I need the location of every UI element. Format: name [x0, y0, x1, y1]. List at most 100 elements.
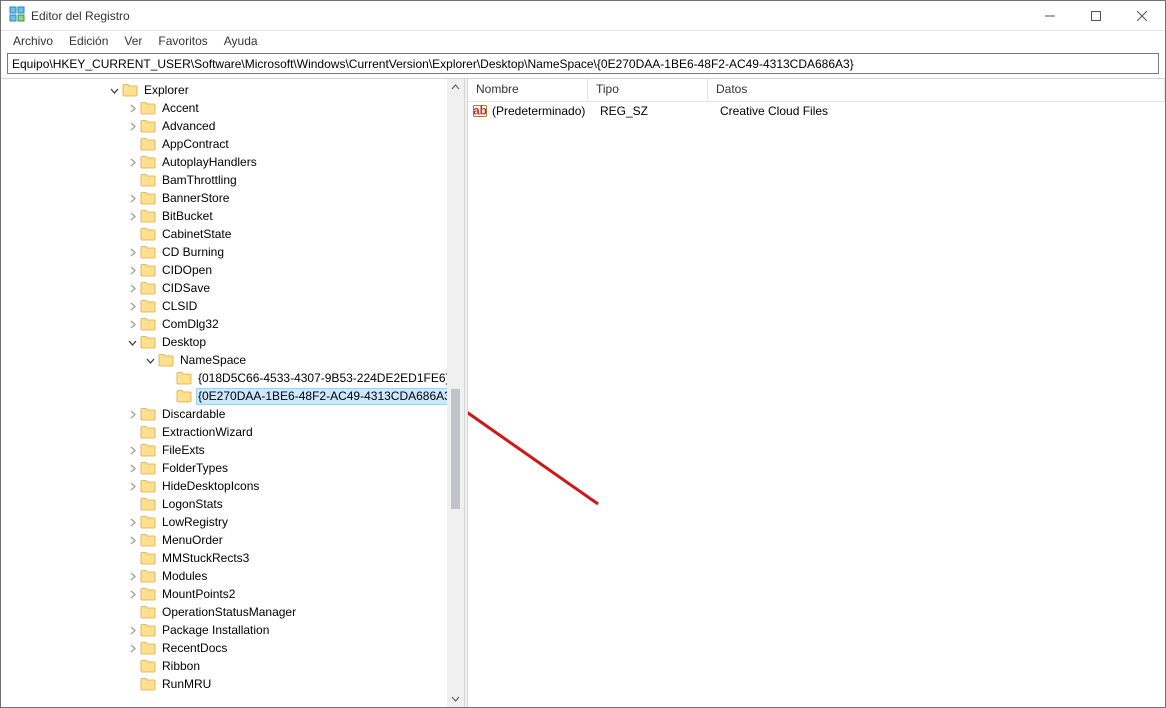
- tree-item[interactable]: AutoplayHandlers: [1, 153, 454, 171]
- chevron-down-icon[interactable]: [125, 335, 139, 349]
- chevron-right-icon[interactable]: [125, 533, 139, 547]
- value-type: REG_SZ: [592, 104, 712, 118]
- close-button[interactable]: [1119, 1, 1165, 31]
- tree-item[interactable]: CLSID: [1, 297, 454, 315]
- chevron-right-icon[interactable]: [125, 155, 139, 169]
- chevron-right-icon[interactable]: [125, 191, 139, 205]
- tree-label: RunMRU: [160, 676, 213, 693]
- minimize-button[interactable]: [1027, 1, 1073, 31]
- column-data[interactable]: Datos: [708, 79, 1165, 101]
- registry-tree[interactable]: ExplorerAccentAdvancedAppContractAutopla…: [1, 79, 454, 695]
- column-type[interactable]: Tipo: [588, 79, 708, 101]
- tree-item[interactable]: {0E270DAA-1BE6-48F2-AC49-4313CDA686A3}: [1, 387, 454, 405]
- tree-item[interactable]: OperationStatusManager: [1, 603, 454, 621]
- chevron-right-icon[interactable]: [125, 479, 139, 493]
- tree-label: CIDOpen: [160, 262, 214, 279]
- menu-item-ver[interactable]: Ver: [116, 32, 150, 50]
- maximize-button[interactable]: [1073, 1, 1119, 31]
- tree-item[interactable]: CD Burning: [1, 243, 454, 261]
- tree-item[interactable]: Desktop: [1, 333, 454, 351]
- tree-item[interactable]: ComDlg32: [1, 315, 454, 333]
- tree-item[interactable]: Accent: [1, 99, 454, 117]
- value-row[interactable]: ab(Predeterminado)REG_SZCreative Cloud F…: [468, 102, 1165, 120]
- tree-item[interactable]: CIDSave: [1, 279, 454, 297]
- tree-item[interactable]: BamThrottling: [1, 171, 454, 189]
- scroll-up-icon[interactable]: [447, 79, 464, 96]
- tree-item[interactable]: AppContract: [1, 135, 454, 153]
- chevron-down-icon[interactable]: [107, 83, 121, 97]
- tree-label: RecentDocs: [160, 640, 229, 657]
- tree-pane: ExplorerAccentAdvancedAppContractAutopla…: [1, 79, 464, 707]
- tree-label: {0E270DAA-1BE6-48F2-AC49-4313CDA686A3}: [196, 388, 454, 405]
- scroll-down-icon[interactable]: [447, 690, 464, 707]
- scroll-thumb[interactable]: [451, 389, 460, 509]
- tree-item[interactable]: FileExts: [1, 441, 454, 459]
- chevron-right-icon[interactable]: [125, 209, 139, 223]
- tree-item[interactable]: RecentDocs: [1, 639, 454, 657]
- tree-item[interactable]: LowRegistry: [1, 513, 454, 531]
- tree-item[interactable]: MountPoints2: [1, 585, 454, 603]
- value-name: (Predeterminado): [492, 104, 592, 118]
- chevron-right-icon[interactable]: [125, 299, 139, 313]
- tree-label: BannerStore: [160, 190, 231, 207]
- tree-item[interactable]: MenuOrder: [1, 531, 454, 549]
- tree-item[interactable]: {018D5C66-4533-4307-9B53-224DE2ED1FE6}: [1, 369, 454, 387]
- tree-item[interactable]: Advanced: [1, 117, 454, 135]
- tree-item[interactable]: Package Installation: [1, 621, 454, 639]
- list-body[interactable]: ab(Predeterminado)REG_SZCreative Cloud F…: [468, 102, 1165, 120]
- tree-label: BamThrottling: [160, 172, 239, 189]
- menubar: ArchivoEdiciónVerFavoritosAyuda: [1, 31, 1165, 51]
- tree-item[interactable]: LogonStats: [1, 495, 454, 513]
- chevron-right-icon[interactable]: [125, 101, 139, 115]
- chevron-right-icon[interactable]: [125, 281, 139, 295]
- chevron-right-icon[interactable]: [125, 623, 139, 637]
- chevron-right-icon[interactable]: [125, 245, 139, 259]
- tree-item[interactable]: NameSpace: [1, 351, 454, 369]
- tree-item[interactable]: ExtractionWizard: [1, 423, 454, 441]
- tree-label: Accent: [160, 100, 201, 117]
- chevron-right-icon[interactable]: [125, 119, 139, 133]
- tree-label: AppContract: [160, 136, 231, 153]
- menu-item-archivo[interactable]: Archivo: [5, 32, 61, 50]
- tree-label: Explorer: [142, 82, 191, 99]
- tree-item[interactable]: Explorer: [1, 81, 454, 99]
- value-data: Creative Cloud Files: [712, 104, 1165, 118]
- tree-item[interactable]: Modules: [1, 567, 454, 585]
- tree-label: CLSID: [160, 298, 199, 315]
- tree-label: Package Installation: [160, 622, 271, 639]
- tree-label: LowRegistry: [160, 514, 230, 531]
- tree-item[interactable]: Ribbon: [1, 657, 454, 675]
- chevron-right-icon[interactable]: [125, 263, 139, 277]
- tree-item[interactable]: CIDOpen: [1, 261, 454, 279]
- titlebar: Editor del Registro: [1, 1, 1165, 31]
- tree-label: MenuOrder: [160, 532, 225, 549]
- chevron-down-icon[interactable]: [143, 353, 157, 367]
- tree-label: HideDesktopIcons: [160, 478, 261, 495]
- tree-scrollbar[interactable]: [447, 79, 464, 707]
- tree-item[interactable]: BitBucket: [1, 207, 454, 225]
- tree-item[interactable]: CabinetState: [1, 225, 454, 243]
- tree-label: FileExts: [160, 442, 207, 459]
- tree-item[interactable]: BannerStore: [1, 189, 454, 207]
- chevron-right-icon[interactable]: [125, 569, 139, 583]
- column-name[interactable]: Nombre: [468, 79, 588, 101]
- chevron-right-icon[interactable]: [125, 515, 139, 529]
- annotation-arrow: [468, 79, 1166, 699]
- menu-item-ayuda[interactable]: Ayuda: [216, 32, 266, 50]
- tree-item[interactable]: MMStuckRects3: [1, 549, 454, 567]
- chevron-right-icon[interactable]: [125, 443, 139, 457]
- tree-item[interactable]: FolderTypes: [1, 459, 454, 477]
- chevron-right-icon[interactable]: [125, 317, 139, 331]
- chevron-right-icon[interactable]: [125, 461, 139, 475]
- chevron-right-icon[interactable]: [125, 587, 139, 601]
- tree-label: MountPoints2: [160, 586, 237, 603]
- window-title: Editor del Registro: [31, 9, 130, 23]
- menu-item-edición[interactable]: Edición: [61, 32, 116, 50]
- tree-item[interactable]: RunMRU: [1, 675, 454, 693]
- menu-item-favoritos[interactable]: Favoritos: [150, 32, 215, 50]
- tree-item[interactable]: Discardable: [1, 405, 454, 423]
- tree-item[interactable]: HideDesktopIcons: [1, 477, 454, 495]
- address-input[interactable]: [7, 53, 1159, 74]
- chevron-right-icon[interactable]: [125, 641, 139, 655]
- chevron-right-icon[interactable]: [125, 407, 139, 421]
